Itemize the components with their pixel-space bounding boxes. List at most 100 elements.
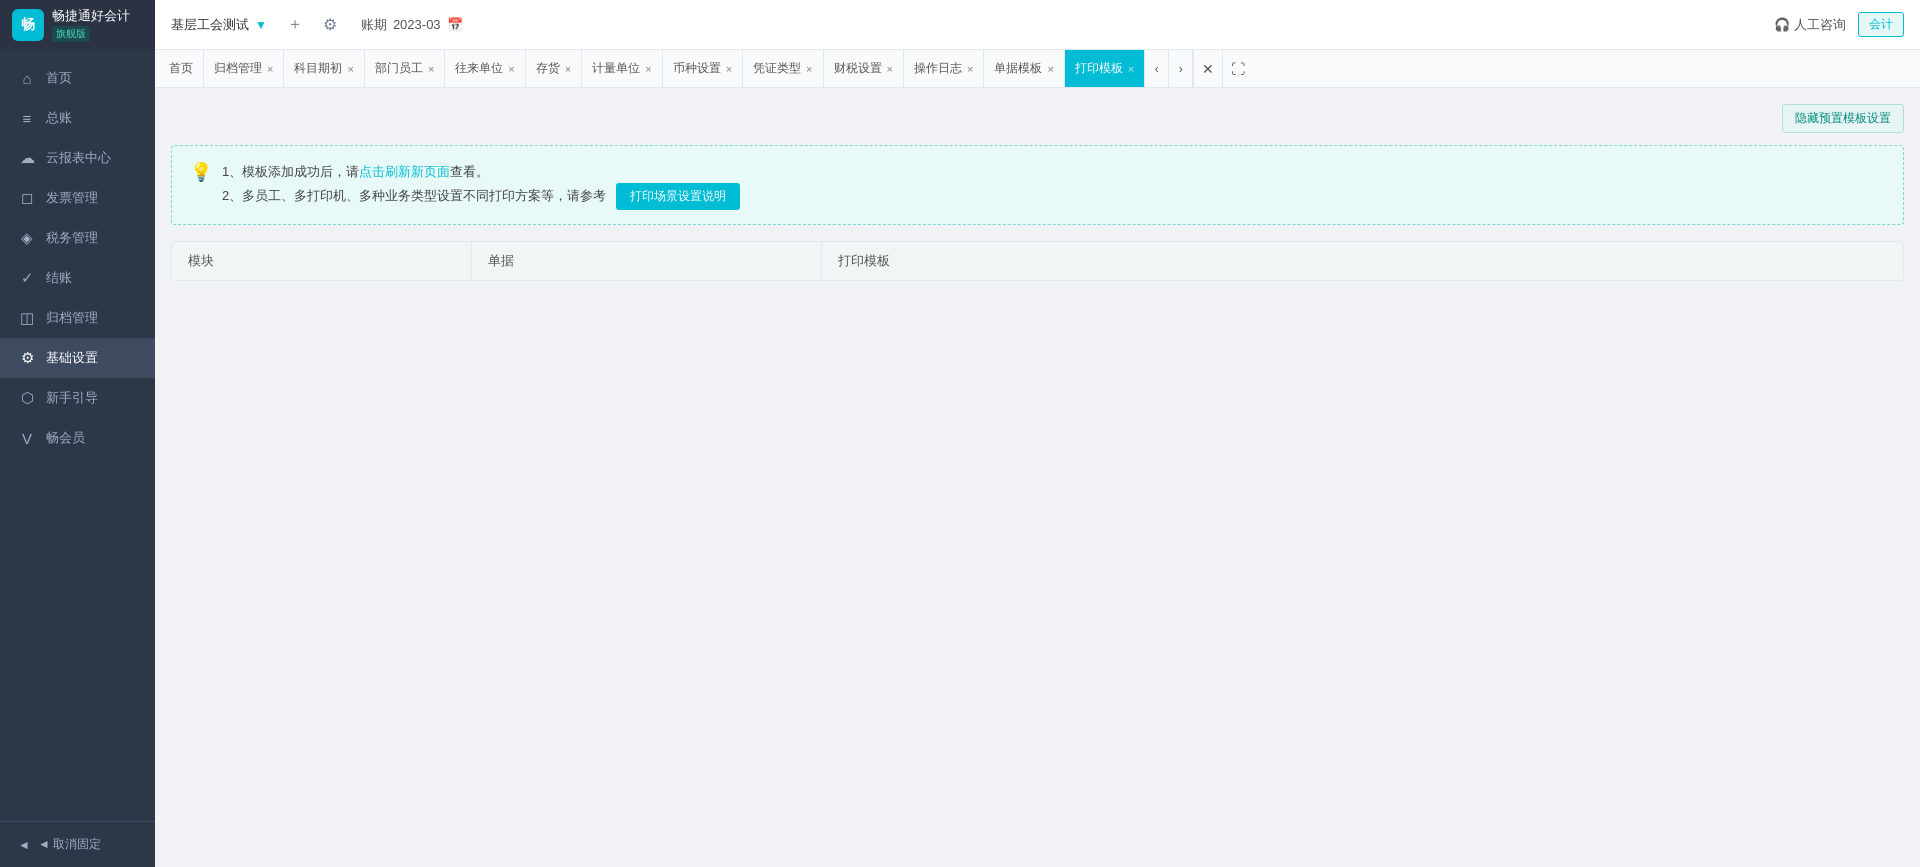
sidebar-nav: ⌂ 首页 ≡ 总账 ☁ 云报表中心 ◻ 发票管理 ◈ 税务管理 ✓ 结账 ◫ 归… <box>0 50 155 821</box>
period-value: 2023-03 <box>393 17 441 32</box>
sidebar-item-label: 新手引导 <box>46 389 98 407</box>
period-info: 账期 2023-03 📅 <box>361 16 463 34</box>
sidebar-item-reports[interactable]: ☁ 云报表中心 <box>0 138 155 178</box>
table-container: 模块 单据 打印模板 <box>171 241 1904 281</box>
tab-home-label: 首页 <box>169 60 193 77</box>
hide-preview-button[interactable]: 隐藏预置模板设置 <box>1782 104 1904 133</box>
tab-unit-close[interactable]: × <box>645 63 651 75</box>
sidebar-item-archive[interactable]: ◫ 归档管理 <box>0 298 155 338</box>
sidebar-item-label: 云报表中心 <box>46 149 111 167</box>
human-service-label: 人工咨询 <box>1794 16 1846 34</box>
explain-button[interactable]: 打印场景设置说明 <box>616 183 740 210</box>
vip-icon: V <box>18 430 36 447</box>
user-badge[interactable]: 会计 <box>1858 12 1904 37</box>
tab-receipt[interactable]: 单据模板 × <box>984 50 1064 88</box>
tab-print-close[interactable]: × <box>1128 63 1134 75</box>
tab-currency[interactable]: 币种设置 × <box>663 50 743 88</box>
info-line1-suffix: 查看。 <box>450 164 489 179</box>
human-service-button[interactable]: 🎧 人工咨询 <box>1774 16 1846 34</box>
tab-close-all-button[interactable]: ✕ <box>1193 50 1223 88</box>
sidebar-item-settings[interactable]: ⚙ 基础设置 <box>0 338 155 378</box>
tab-receipt-close[interactable]: × <box>1047 63 1053 75</box>
company-name: 基层工会测试 <box>171 16 249 34</box>
tab-unit[interactable]: 计量单位 × <box>582 50 662 88</box>
tax-icon: ◈ <box>18 229 36 247</box>
sidebar-item-label: 发票管理 <box>46 189 98 207</box>
tab-subjects-close[interactable]: × <box>347 63 353 75</box>
tab-inventory-label: 存货 <box>536 60 560 77</box>
sidebar-item-home[interactable]: ⌂ 首页 <box>0 58 155 98</box>
headset-icon: 🎧 <box>1774 17 1790 32</box>
tab-tax-set-close[interactable]: × <box>887 63 893 75</box>
sidebar-item-label: 总账 <box>46 109 72 127</box>
tab-customer[interactable]: 往来单位 × <box>445 50 525 88</box>
hide-preview-section: 隐藏预置模板设置 <box>171 104 1904 133</box>
tab-inventory-close[interactable]: × <box>565 63 571 75</box>
company-selector[interactable]: 基层工会测试 ▼ <box>171 16 267 34</box>
home-icon: ⌂ <box>18 70 36 87</box>
sidebar-item-ledger[interactable]: ≡ 总账 <box>0 98 155 138</box>
tab-currency-label: 币种设置 <box>673 60 721 77</box>
tab-oplog[interactable]: 操作日志 × <box>904 50 984 88</box>
table-header: 模块 单据 打印模板 <box>171 241 1904 281</box>
info-box: 💡 1、模板添加成功后，请点击刷新新页面查看。 2、多员工、多打印机、多种业务类… <box>171 145 1904 225</box>
sidebar-item-guide[interactable]: ⬡ 新手引导 <box>0 378 155 418</box>
tab-prev-button[interactable]: ‹ <box>1145 50 1169 88</box>
tab-archive[interactable]: 归档管理 × <box>204 50 284 88</box>
tab-archive-label: 归档管理 <box>214 60 262 77</box>
logo-text-block: 畅捷通好会计 旗舰版 <box>52 8 130 43</box>
tab-unit-label: 计量单位 <box>592 60 640 77</box>
tab-voucher[interactable]: 凭证类型 × <box>743 50 823 88</box>
tab-dept[interactable]: 部门员工 × <box>365 50 445 88</box>
period-label: 账期 <box>361 16 387 34</box>
tab-tax-set[interactable]: 财税设置 × <box>824 50 904 88</box>
unpin-button[interactable]: ◄ ◄ 取消固定 <box>0 821 155 867</box>
settings-button[interactable]: ⚙ <box>319 13 341 36</box>
sidebar-item-vip[interactable]: V 畅会员 <box>0 418 155 458</box>
info-refresh-link[interactable]: 点击刷新新页面 <box>359 164 450 179</box>
guide-icon: ⬡ <box>18 389 36 407</box>
tab-expand-button[interactable]: ⛶ <box>1223 50 1253 88</box>
tab-tax-set-label: 财税设置 <box>834 60 882 77</box>
tab-oplog-close[interactable]: × <box>967 63 973 75</box>
invoice-icon: ◻ <box>18 189 36 207</box>
sidebar-item-tax[interactable]: ◈ 税务管理 <box>0 218 155 258</box>
sidebar-item-label: 归档管理 <box>46 309 98 327</box>
tab-home[interactable]: 首页 <box>159 50 204 88</box>
ledger-icon: ≡ <box>18 110 36 127</box>
table-col-module: 模块 <box>172 242 472 280</box>
main-area: 基层工会测试 ▼ ＋ ⚙ 账期 2023-03 📅 🎧 人工咨询 会计 首页 归… <box>155 0 1920 867</box>
settings-icon: ⚙ <box>18 349 36 367</box>
cloud-icon: ☁ <box>18 149 36 167</box>
tab-print-label: 打印模板 <box>1075 60 1123 77</box>
topbar-actions: ＋ ⚙ <box>283 12 341 37</box>
logo-area: 畅 畅捷通好会计 旗舰版 <box>0 0 155 50</box>
tab-archive-close[interactable]: × <box>267 63 273 75</box>
tab-customer-label: 往来单位 <box>455 60 503 77</box>
tab-dept-close[interactable]: × <box>428 63 434 75</box>
topbar-right: 🎧 人工咨询 会计 <box>1774 12 1904 37</box>
unpin-label: ◄ 取消固定 <box>38 836 101 853</box>
tab-voucher-close[interactable]: × <box>806 63 812 75</box>
calendar-icon[interactable]: 📅 <box>447 17 463 32</box>
sidebar-item-label: 结账 <box>46 269 72 287</box>
closing-icon: ✓ <box>18 269 36 287</box>
topbar: 基层工会测试 ▼ ＋ ⚙ 账期 2023-03 📅 🎧 人工咨询 会计 <box>155 0 1920 50</box>
tab-currency-close[interactable]: × <box>726 63 732 75</box>
tab-print[interactable]: 打印模板 × <box>1065 50 1145 88</box>
table-col-receipt: 单据 <box>472 242 822 280</box>
info-box-text: 1、模板添加成功后，请点击刷新新页面查看。 2、多员工、多打印机、多种业务类型设… <box>222 160 740 210</box>
sidebar-item-label: 税务管理 <box>46 229 98 247</box>
tab-next-button[interactable]: › <box>1169 50 1193 88</box>
tab-subjects[interactable]: 科目期初 × <box>284 50 364 88</box>
content-area: 隐藏预置模板设置 💡 1、模板添加成功后，请点击刷新新页面查看。 2、多员工、多… <box>155 88 1920 867</box>
add-tab-button[interactable]: ＋ <box>283 12 307 37</box>
tab-inventory[interactable]: 存货 × <box>526 50 582 88</box>
sidebar-item-invoice[interactable]: ◻ 发票管理 <box>0 178 155 218</box>
company-dropdown-icon: ▼ <box>255 18 267 32</box>
tab-customer-close[interactable]: × <box>508 63 514 75</box>
sidebar-item-label: 畅会员 <box>46 429 85 447</box>
sidebar-item-closing[interactable]: ✓ 结账 <box>0 258 155 298</box>
sidebar-item-label: 首页 <box>46 69 72 87</box>
info-line1-prefix: 1、模板添加成功后，请 <box>222 164 359 179</box>
